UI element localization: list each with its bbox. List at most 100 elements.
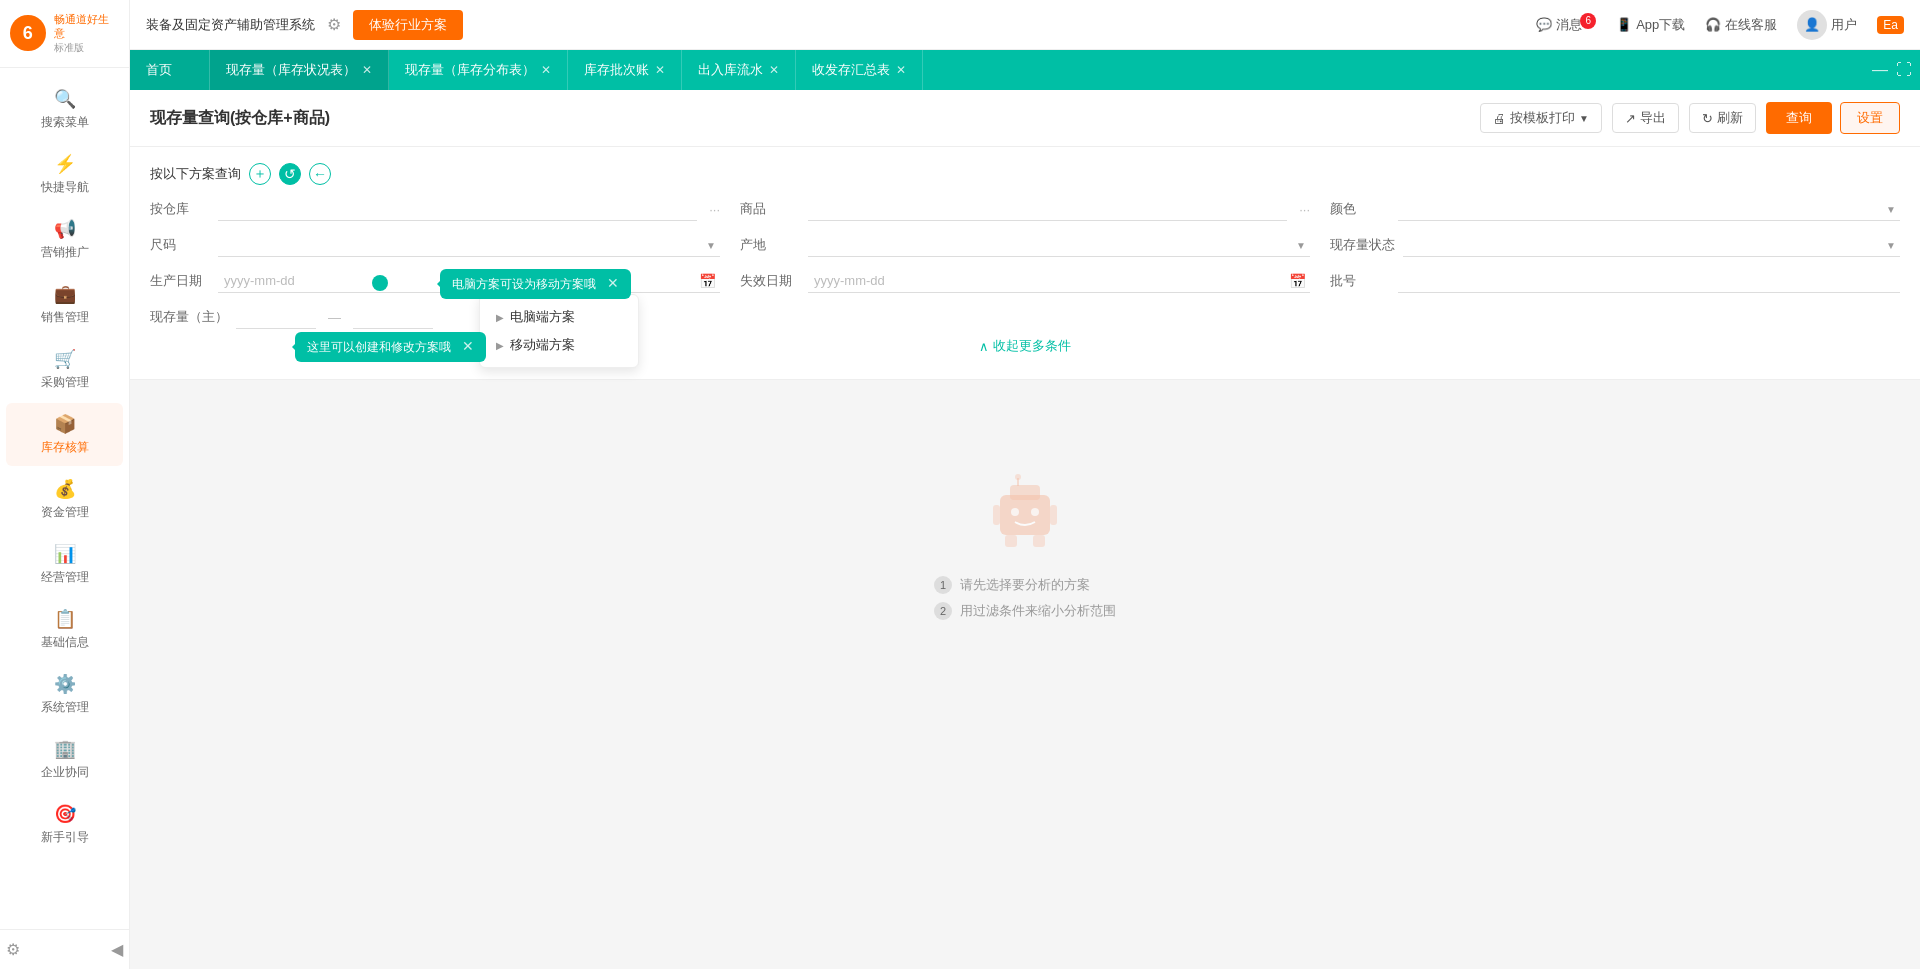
topbar-right: 💬 消息 6 📱 App下载 🎧 在线客服 👤 用户 Ea [1536, 10, 1904, 40]
print-btn[interactable]: 🖨 按模板打印 ▼ [1480, 103, 1602, 133]
expiry-date-label: 失效日期 [740, 272, 800, 290]
empty-state: 1 请先选择要分析的方案 2 用过滤条件来缩小分析范围 [130, 380, 1920, 700]
warehouse-label: 按仓库 [150, 200, 210, 218]
scheme-item-pc[interactable]: ▶ 电脑端方案 [492, 303, 626, 331]
warehouse-input[interactable] [218, 197, 697, 221]
filter-header: 按以下方案查询 ＋ ↺ ← ▶ 电脑端方案 ▶ 移动端方案 [150, 163, 1900, 185]
filter-row-batch-no: 批号 [1330, 269, 1900, 293]
refresh-label: 刷新 [1717, 109, 1743, 127]
inventory-status-select[interactable] [1403, 233, 1900, 257]
color-select[interactable] [1398, 197, 1900, 221]
tab-home[interactable]: 首页 [130, 50, 210, 90]
scheme-tooltip-1: 电脑方案可设为移动方案哦 ✕ [440, 269, 631, 299]
export-btn[interactable]: ↗ 导出 [1612, 103, 1679, 133]
tab-spacer [923, 50, 1864, 90]
stock-main-input-min[interactable] [236, 305, 316, 329]
page-title: 现存量查询(按仓库+商品) [150, 108, 330, 129]
marketing-icon: 📢 [54, 218, 76, 240]
page-actions: 🖨 按模板打印 ▼ ↗ 导出 ↻ 刷新 查询 设置 [1480, 102, 1900, 134]
trial-btn[interactable]: 体验行业方案 [353, 10, 463, 40]
tab-recv-summary[interactable]: 收发存汇总表 ✕ [796, 50, 923, 90]
tab-batch-ledger-label: 库存批次账 [584, 61, 649, 79]
collapse-sidebar-icon[interactable]: ◀ [111, 940, 123, 959]
tab-close-icon[interactable]: ✕ [655, 63, 665, 77]
tab-maximize-icon[interactable]: ⛶ [1896, 61, 1912, 79]
logo-area: 6 畅通道好生意 标准版 [0, 0, 129, 68]
origin-select[interactable] [808, 233, 1310, 257]
user-btn[interactable]: 👤 用户 [1797, 10, 1857, 40]
refresh-btn[interactable]: ↻ 刷新 [1689, 103, 1756, 133]
tab-close-icon[interactable]: ✕ [541, 63, 551, 77]
sidebar-item-enterprise[interactable]: 🏢 企业协同 [6, 728, 123, 791]
message-btn[interactable]: 💬 消息 6 [1536, 16, 1596, 34]
stock-main-input-max[interactable] [353, 305, 433, 329]
tooltip-text-1: 电脑方案可设为移动方案哦 [452, 277, 596, 291]
sales-icon: 💼 [54, 283, 76, 305]
empty-illustration [975, 460, 1075, 560]
app-download-btn[interactable]: 📱 App下载 [1616, 16, 1685, 34]
size-select[interactable] [218, 233, 720, 257]
sidebar-item-quick-nav[interactable]: ⚡ 快捷导航 [6, 143, 123, 206]
settings-icon[interactable]: ⚙ [6, 940, 20, 959]
sidebar-item-inventory[interactable]: 📦 库存核算 [6, 403, 123, 466]
msg-label: 消息 [1556, 16, 1582, 34]
basic-info-icon: 📋 [54, 608, 76, 630]
tab-batch-ledger[interactable]: 库存批次账 ✕ [568, 50, 682, 90]
sidebar-item-guide[interactable]: 🎯 新手引导 [6, 793, 123, 856]
collapse-label: 收起更多条件 [993, 337, 1071, 355]
back-scheme-btn[interactable]: ← [309, 163, 331, 185]
tab-minimize-icon[interactable]: — [1872, 61, 1888, 79]
export-icon: ↗ [1625, 111, 1636, 126]
app-badge: 标准版 [54, 41, 119, 55]
filter-row-size: 尺码 ▼ [150, 233, 720, 257]
purchase-icon: 🛒 [54, 348, 76, 370]
refresh-icon: ↻ [1702, 111, 1713, 126]
tab-close-icon[interactable]: ✕ [896, 63, 906, 77]
tabbar: 首页 现存量（库存状况表） ✕ 现存量（库存分布表） ✕ 库存批次账 ✕ 出入库… [130, 50, 1920, 90]
tooltip-close-2[interactable]: ✕ [462, 338, 474, 354]
sidebar-item-marketing[interactable]: 📢 营销推广 [6, 208, 123, 271]
sidebar-item-label: 企业协同 [41, 764, 89, 781]
calendar-icon[interactable]: 📅 [699, 273, 716, 289]
system-settings-icon[interactable]: ⚙ [327, 15, 341, 34]
tooltip-text-2: 这里可以创建和修改方案哦 [307, 340, 451, 354]
tab-close-icon[interactable]: ✕ [362, 63, 372, 77]
add-scheme-btn[interactable]: ＋ [249, 163, 271, 185]
sidebar-item-system[interactable]: ⚙️ 系统管理 [6, 663, 123, 726]
query-btn[interactable]: 查询 [1766, 102, 1832, 134]
stock-main-label: 现存量（主） [150, 308, 228, 326]
filter-row-color: 颜色 ▼ [1330, 197, 1900, 221]
batch-no-input[interactable] [1398, 269, 1900, 293]
sidebar-item-operations[interactable]: 📊 经营管理 [6, 533, 123, 596]
goods-dots[interactable]: ··· [1299, 202, 1310, 217]
sidebar-item-search[interactable]: 🔍 搜索菜单 [6, 78, 123, 141]
tab-inout-flow[interactable]: 出入库流水 ✕ [682, 50, 796, 90]
warehouse-dots[interactable]: ··· [709, 202, 720, 217]
svg-point-2 [1011, 508, 1019, 516]
svg-rect-7 [1050, 505, 1057, 525]
expiry-date-input[interactable] [808, 269, 1310, 293]
svg-rect-1 [1010, 485, 1040, 500]
sidebar-item-basic-info[interactable]: 📋 基础信息 [6, 598, 123, 661]
scheme-item-mobile[interactable]: ▶ 移动端方案 [492, 331, 626, 359]
sidebar-item-finance[interactable]: 💰 资金管理 [6, 468, 123, 531]
sidebar-item-label: 新手引导 [41, 829, 89, 846]
setting-btn[interactable]: 设置 [1840, 102, 1900, 134]
chevron-right-icon: ▶ [496, 312, 504, 323]
sidebar-item-purchase[interactable]: 🛒 采购管理 [6, 338, 123, 401]
svg-rect-8 [1005, 535, 1017, 547]
goods-input[interactable] [808, 197, 1287, 221]
refresh-scheme-btn[interactable]: ↺ [279, 163, 301, 185]
calendar-icon[interactable]: 📅 [1289, 273, 1306, 289]
print-label: 按模板打印 [1510, 109, 1575, 127]
tooltip-close-1[interactable]: ✕ [607, 275, 619, 291]
tab-inventory-dist[interactable]: 现存量（库存分布表） ✕ [389, 50, 568, 90]
online-support-btn[interactable]: 🎧 在线客服 [1705, 16, 1777, 34]
system-name: 装备及固定资产辅助管理系统 [146, 16, 315, 34]
avatar: 👤 [1797, 10, 1827, 40]
tab-close-icon[interactable]: ✕ [769, 63, 779, 77]
sidebar-item-sales[interactable]: 💼 销售管理 [6, 273, 123, 336]
phone-icon: 📱 [1616, 17, 1632, 32]
tab-inventory-status[interactable]: 现存量（库存状况表） ✕ [210, 50, 389, 90]
sidebar-item-label: 经营管理 [41, 569, 89, 586]
